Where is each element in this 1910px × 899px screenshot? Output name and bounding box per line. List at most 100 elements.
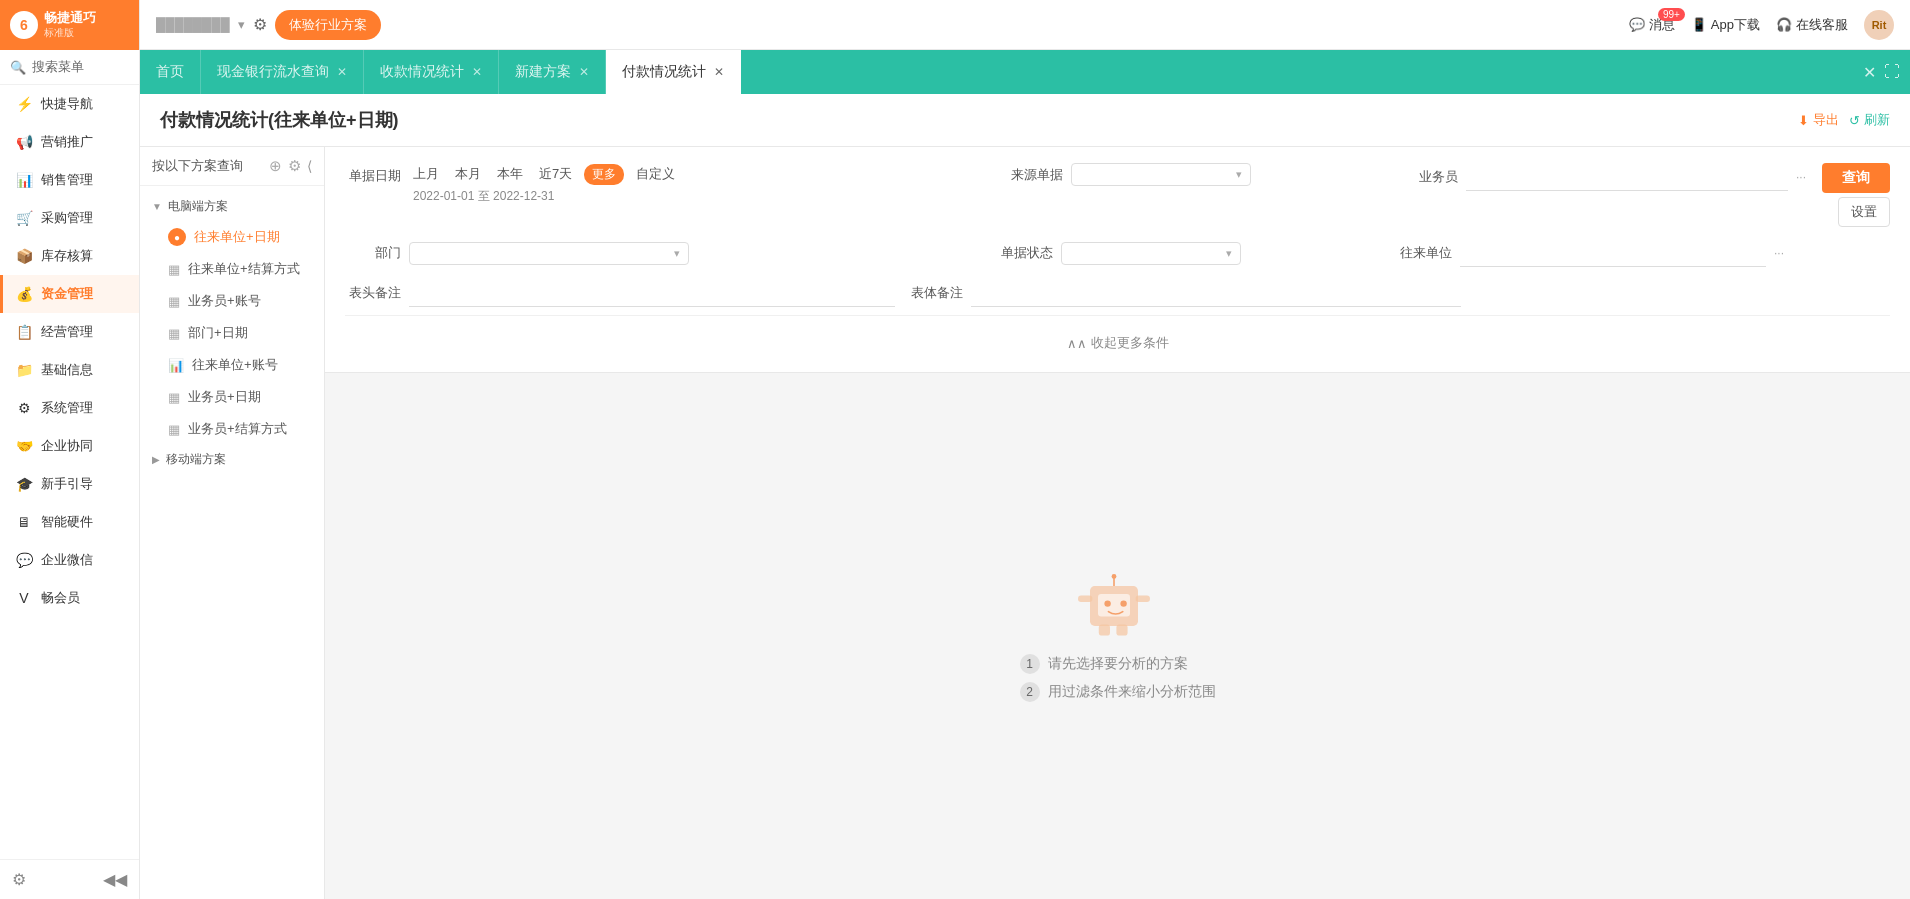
refresh-label: 刷新: [1864, 111, 1890, 129]
scheme-group-desktop[interactable]: ▼ 电脑端方案: [140, 192, 324, 221]
tab-payment-stats-close-icon[interactable]: ✕: [714, 65, 724, 79]
header-remark-input[interactable]: [409, 279, 895, 307]
tab-bank-flow-label: 现金银行流水查询: [217, 63, 329, 81]
scheme-settings-icon[interactable]: ⚙: [288, 157, 301, 175]
scheme-header-actions: ⊕ ⚙ ⟨: [269, 157, 312, 175]
main-wrap: ████████ ▾ ⚙ 体验行业方案 💬 消息 99+ 📱 App下载 🎧 在…: [140, 0, 1910, 899]
date-opt-more[interactable]: 更多: [584, 164, 624, 185]
settings-icon[interactable]: ⚙: [12, 870, 26, 889]
svg-rect-7: [1135, 596, 1149, 602]
close-tab-icon[interactable]: ✕: [1863, 63, 1876, 82]
scheme-item-label: 往来单位+账号: [192, 356, 278, 374]
table-icon: ▦: [168, 262, 180, 277]
trial-btn[interactable]: 体验行业方案: [275, 10, 381, 40]
export-icon: ⬇: [1798, 113, 1809, 128]
sidebar-item-label: 采购管理: [41, 209, 93, 227]
scheme-item-unit-date[interactable]: ● 往来单位+日期: [140, 221, 324, 253]
sidebar-item-basic-info[interactable]: 📁 基础信息: [0, 351, 139, 389]
scheme-item-salesman-date[interactable]: ▦ 业务员+日期: [140, 381, 324, 413]
maximize-icon[interactable]: ⛶: [1884, 63, 1900, 81]
svg-point-2: [1104, 600, 1110, 606]
scheme-group-mobile[interactable]: ▶ 移动端方案: [140, 445, 324, 474]
source-select[interactable]: ▾: [1071, 163, 1251, 186]
salesman-more-icon[interactable]: ···: [1796, 170, 1806, 184]
enterprise-icon: 🤝: [15, 437, 33, 455]
date-opt-last-month[interactable]: 上月: [409, 163, 443, 185]
sidebar-item-hardware[interactable]: 🖥 智能硬件: [0, 503, 139, 541]
results-area: 1 请先选择要分析的方案 2 用过滤条件来缩小分析范围: [325, 373, 1910, 899]
add-scheme-icon[interactable]: ⊕: [269, 157, 282, 175]
tab-new-scheme-close-icon[interactable]: ✕: [579, 65, 589, 79]
tab-receipt-stats[interactable]: 收款情况统计 ✕: [364, 50, 499, 94]
sidebar-item-quick-nav[interactable]: ⚡ 快捷导航: [0, 85, 139, 123]
collapse-panel-icon[interactable]: ⟨: [307, 158, 312, 174]
logo-text-block: 畅捷通巧 标准版: [44, 10, 96, 40]
app-download-btn[interactable]: 📱 App下载: [1691, 16, 1760, 34]
date-opt-this-year[interactable]: 本年: [493, 163, 527, 185]
sidebar-item-guide[interactable]: 🎓 新手引导: [0, 465, 139, 503]
gear-icon[interactable]: ⚙: [253, 15, 267, 34]
dept-select[interactable]: ▾: [409, 242, 689, 265]
app-icon: 📱: [1691, 17, 1707, 32]
body-remark-label: 表体备注: [911, 284, 963, 302]
filter-settings-btn[interactable]: 设置: [1838, 197, 1890, 227]
doc-status-label: 单据状态: [1001, 244, 1053, 262]
doc-status-select[interactable]: ▾: [1061, 242, 1241, 265]
sidebar-nav: ⚡ 快捷导航 📢 营销推广 📊 销售管理 🛒 采购管理 📦 库存核算 💰 资金管…: [0, 85, 139, 859]
refresh-btn[interactable]: ↺ 刷新: [1849, 111, 1890, 129]
top-header: ████████ ▾ ⚙ 体验行业方案 💬 消息 99+ 📱 App下载 🎧 在…: [140, 0, 1910, 50]
sidebar-item-label: 系统管理: [41, 399, 93, 417]
sidebar-item-finance[interactable]: 💰 资金管理: [0, 275, 139, 313]
date-range-text: 2022-01-01 至 2022-12-31: [413, 188, 679, 205]
sidebar: 6 畅捷通巧 标准版 🔍 搜索菜单 ⚡ 快捷导航 📢 营销推广 📊 销售管理 🛒…: [0, 0, 140, 899]
collapse-more-btn[interactable]: ∧∧ 收起更多条件: [1047, 328, 1189, 358]
scheme-item-salesman-account[interactable]: ▦ 业务员+账号: [140, 285, 324, 317]
scheme-item-salesman-settle[interactable]: ▦ 业务员+结算方式: [140, 413, 324, 445]
operations-icon: 📋: [15, 323, 33, 341]
scheme-item-unit-settle[interactable]: ▦ 往来单位+结算方式: [140, 253, 324, 285]
date-opt-7days[interactable]: 近7天: [535, 163, 576, 185]
tab-receipt-stats-close-icon[interactable]: ✕: [472, 65, 482, 79]
app-name: 畅捷通巧: [44, 10, 96, 26]
tab-bank-flow-close-icon[interactable]: ✕: [337, 65, 347, 79]
body-remark-input[interactable]: [971, 279, 1461, 307]
tab-bank-flow[interactable]: 现金银行流水查询 ✕: [201, 50, 364, 94]
sidebar-item-marketing[interactable]: 📢 营销推广: [0, 123, 139, 161]
scheme-item-unit-account[interactable]: 📊 往来单位+账号: [140, 349, 324, 381]
sidebar-item-label: 基础信息: [41, 361, 93, 379]
sidebar-item-system[interactable]: ⚙ 系统管理: [0, 389, 139, 427]
sidebar-search-area[interactable]: 🔍 搜索菜单: [0, 50, 139, 85]
collapse-sidebar-icon[interactable]: ◀◀: [103, 870, 127, 889]
sidebar-item-purchase[interactable]: 🛒 采购管理: [0, 199, 139, 237]
service-label: 在线客服: [1796, 16, 1848, 34]
sidebar-item-member[interactable]: V 畅会员: [0, 579, 139, 617]
sidebar-item-inventory[interactable]: 📦 库存核算: [0, 237, 139, 275]
scheme-item-dept-date[interactable]: ▦ 部门+日期: [140, 317, 324, 349]
online-service-btn[interactable]: 🎧 在线客服: [1776, 16, 1848, 34]
tab-payment-stats[interactable]: 付款情况统计 ✕: [606, 50, 741, 94]
group-arrow-icon: ▶: [152, 454, 160, 465]
filter-area: 单据日期 上月 本月 本年 近7天 更多 自定义 20: [325, 147, 1910, 373]
partner-more-icon[interactable]: ···: [1774, 246, 1784, 260]
hint-item-2: 2 用过滤条件来缩小分析范围: [1020, 682, 1216, 702]
notification-btn[interactable]: 💬 消息 99+: [1629, 16, 1675, 34]
date-opt-this-month[interactable]: 本月: [451, 163, 485, 185]
account-dropdown-icon[interactable]: ▾: [238, 17, 245, 32]
sidebar-item-weixin[interactable]: 💬 企业微信: [0, 541, 139, 579]
finance-icon: 💰: [15, 285, 33, 303]
header-remark-label: 表头备注: [345, 284, 401, 302]
date-opt-custom[interactable]: 自定义: [632, 163, 679, 185]
search-menu-btn[interactable]: 🔍 搜索菜单: [10, 58, 129, 76]
account-name: ████████: [156, 17, 230, 32]
sidebar-item-operations[interactable]: 📋 经营管理: [0, 313, 139, 351]
tab-new-scheme[interactable]: 新建方案 ✕: [499, 50, 606, 94]
sidebar-item-enterprise[interactable]: 🤝 企业协同: [0, 427, 139, 465]
export-btn[interactable]: ⬇ 导出: [1798, 111, 1839, 129]
hint-num-2: 2: [1020, 682, 1040, 702]
tab-home[interactable]: 首页: [140, 50, 201, 94]
query-btn[interactable]: 查询: [1822, 163, 1890, 193]
avatar[interactable]: Rit: [1864, 10, 1894, 40]
sidebar-item-sales[interactable]: 📊 销售管理: [0, 161, 139, 199]
scheme-item-label: 业务员+账号: [188, 292, 261, 310]
collapse-up-icon: ∧∧: [1067, 336, 1087, 351]
